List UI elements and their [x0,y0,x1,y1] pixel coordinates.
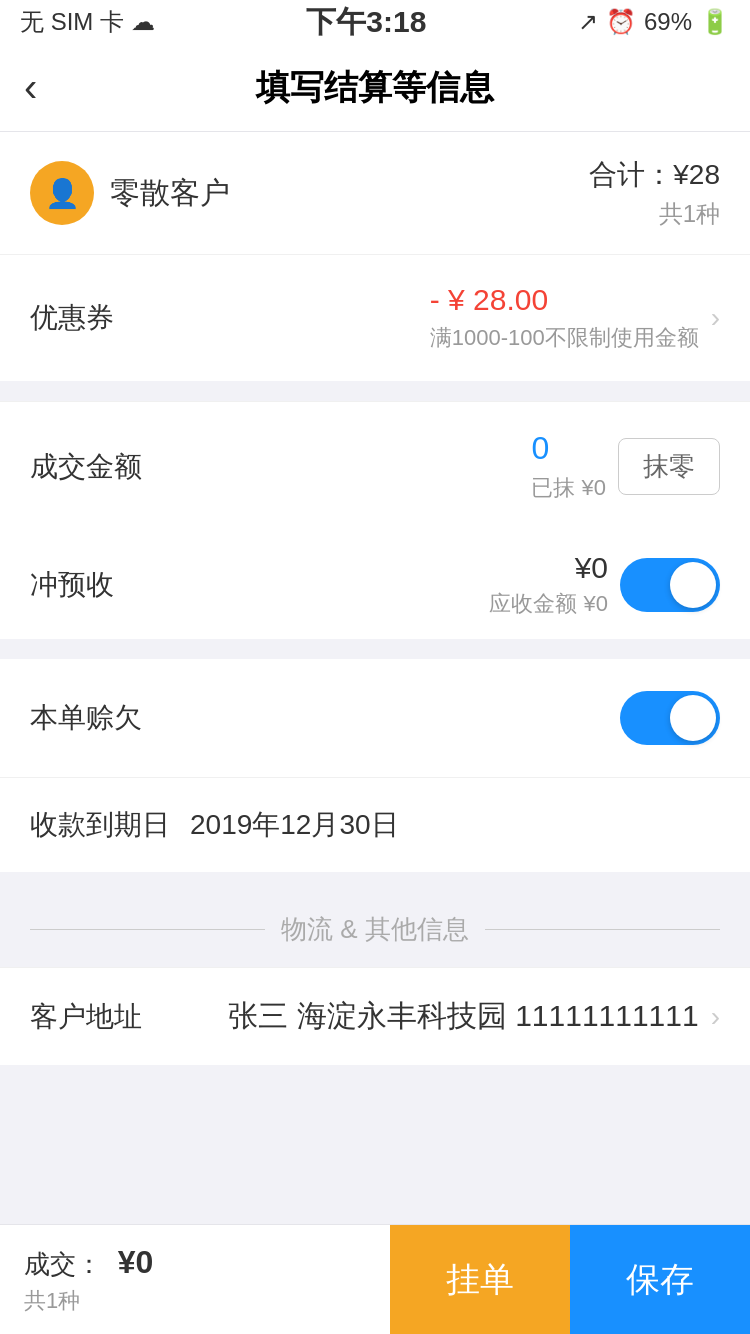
content-area: 👤 零散客户 合计：¥28 共1种 优惠券 - ¥ 28.00 满1000-10… [0,132,750,1265]
customer-name: 零散客户 [110,173,230,214]
address-label: 客户地址 [30,998,142,1036]
customer-total-area: 合计：¥28 共1种 [589,156,720,230]
deal-value-area: 0 已抹 ¥0 [531,430,606,503]
logistics-label: 物流 & 其他信息 [281,912,469,947]
credit-label: 本单赊欠 [30,699,142,737]
customer-count: 共1种 [589,198,720,230]
round-zero-button[interactable]: 抹零 [618,438,720,495]
prepay-amounts: ¥0 应收金额 ¥0 [489,551,608,619]
coupon-row[interactable]: 优惠券 - ¥ 28.00 满1000-100不限制使用金额 › [0,254,750,381]
bottom-deal-amount: ¥0 [118,1244,154,1280]
coupon-value-area: - ¥ 28.00 满1000-100不限制使用金额 [430,283,699,353]
coupon-label: 优惠券 [30,299,114,337]
due-date-label: 收款到期日 [30,806,170,844]
prepay-row: 冲预收 ¥0 应收金额 ¥0 [0,531,750,639]
deal-section: 成交金额 0 已抹 ¥0 抹零 冲预收 ¥0 应收金额 ¥0 [0,401,750,639]
address-value: 张三 海淀永丰科技园 11111111111 [228,996,698,1037]
deal-amount-label: 成交金额 [30,448,142,486]
prepay-label: 冲预收 [30,566,114,604]
bottom-deal-label: 成交： [24,1249,102,1279]
avatar: 👤 [30,161,94,225]
credit-toggle-knob [670,695,716,741]
status-bar: 无 SIM 卡 ☁ 下午3:18 ↗ ⏰ 69% 🔋 [0,0,750,44]
credit-toggle[interactable] [620,691,720,745]
back-button[interactable]: ‹ [24,65,37,110]
credit-row: 本单赊欠 [0,659,750,777]
logistics-divider: 物流 & 其他信息 [30,912,720,947]
logistics-section-header: 物流 & 其他信息 [0,892,750,967]
due-date-row: 收款到期日 2019年12月30日 [0,777,750,872]
address-row[interactable]: 客户地址 张三 海淀永丰科技园 11111111111 › [0,967,750,1065]
customer-total: 合计：¥28 [589,156,720,194]
bottom-count: 共1种 [24,1286,366,1316]
prepay-toggle[interactable] [620,558,720,612]
bottom-info: 成交： ¥0 共1种 [0,1244,390,1316]
address-section: 客户地址 张三 海淀永丰科技园 11111111111 › [0,967,750,1065]
address-chevron-icon: › [711,1001,720,1033]
toggle-knob [670,562,716,608]
coupon-hint: 满1000-100不限制使用金额 [430,323,699,353]
status-right: ↗ ⏰ 69% 🔋 [578,8,730,36]
deal-amount-right: 0 已抹 ¥0 抹零 [531,430,720,503]
coupon-right: - ¥ 28.00 满1000-100不限制使用金额 › [430,283,720,353]
avatar-icon: 👤 [45,177,80,210]
sim-status: 无 SIM 卡 ☁ [20,6,155,38]
battery-icon: 🔋 [700,8,730,36]
prepay-amount: ¥0 [489,551,608,585]
location-icon: ↗ [578,8,598,36]
battery-text: 69% [644,8,692,36]
chevron-right-icon: › [711,302,720,334]
credit-section: 本单赊欠 收款到期日 2019年12月30日 [0,659,750,872]
due-date-value: 2019年12月30日 [190,806,399,844]
page-title: 填写结算等信息 [256,65,494,111]
customer-row: 👤 零散客户 合计：¥28 共1种 [0,132,750,254]
address-right: 张三 海淀永丰科技园 11111111111 › [228,996,720,1037]
deal-amount-row: 成交金额 0 已抹 ¥0 抹零 [0,401,750,531]
status-left: 无 SIM 卡 ☁ [20,6,155,38]
deal-zeroed: 已抹 ¥0 [531,473,606,503]
bottom-bar: 成交： ¥0 共1种 挂单 保存 [0,1224,750,1334]
hang-button[interactable]: 挂单 [390,1225,570,1335]
coupon-discount: - ¥ 28.00 [430,283,699,317]
save-button[interactable]: 保存 [570,1225,750,1335]
status-time: 下午3:18 [306,2,426,43]
prepay-right: ¥0 应收金额 ¥0 [489,551,720,619]
customer-section: 👤 零散客户 合计：¥28 共1种 优惠券 - ¥ 28.00 满1000-10… [0,132,750,381]
nav-bar: ‹ 填写结算等信息 [0,44,750,132]
customer-info: 👤 零散客户 [30,161,230,225]
deal-amount-value: 0 [531,430,606,467]
bottom-spacer [0,1085,750,1145]
prepay-receivable: 应收金额 ¥0 [489,589,608,619]
alarm-icon: ⏰ [606,8,636,36]
bottom-deal-line: 成交： ¥0 [24,1244,366,1282]
